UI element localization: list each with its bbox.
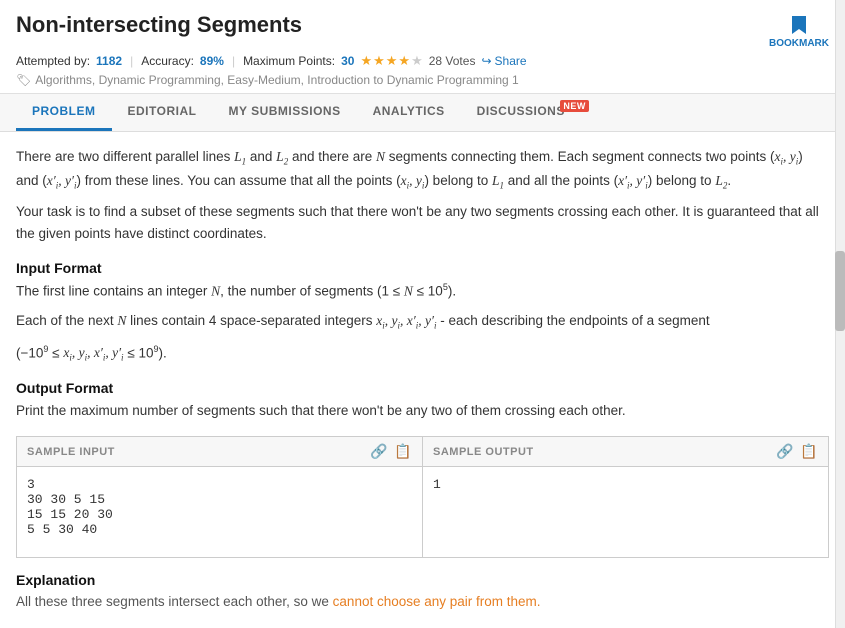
input-format-title: Input Format [16,260,829,276]
max-points-value: 30 [341,54,354,68]
math-L2: L2 [276,149,288,164]
math-xi-prime: x′i, y′i [47,173,77,188]
share-arrow-icon: ↪ [481,54,491,68]
nav-tabs: PROBLEM EDITORIAL MY SUBMISSIONS ANALYTI… [0,94,845,132]
star-1: ★ [360,53,372,69]
sample-input-body: 3 30 30 5 15 15 15 20 30 5 5 30 40 [17,467,422,557]
tags-row: 🏷 Algorithms, Dynamic Programming, Easy-… [16,73,829,87]
accuracy-value: 89% [200,54,224,68]
accuracy-label: Accuracy: [141,54,194,68]
sample-input-header: SAMPLE INPUT 🔗 📋 [17,437,422,467]
sample-output-link-icon[interactable]: 🔗 [776,443,794,460]
sample-output-icons: 🔗 📋 [776,443,818,460]
star-rating: ★ ★ ★ ★ ★ [360,53,422,69]
math-vars: xi, yi, x′i, y′i [376,313,436,328]
share-label: Share [495,54,527,68]
math-constraint: xi, yi, x′i, y′i [63,345,123,360]
sample-input-link-icon[interactable]: 🔗 [370,443,388,460]
max-points-label: Maximum Points: [243,54,335,68]
tab-problem[interactable]: PROBLEM [16,94,112,131]
problem-paragraph-1: There are two different parallel lines L… [16,146,829,193]
content-area: There are two different parallel lines L… [0,132,845,628]
bookmark-icon [790,14,808,36]
explanation-orange: cannot choose any pair from them. [333,594,541,609]
explanation-text: All these three segments intersect each … [16,592,829,612]
math-L1-2: L1 [492,173,504,188]
tab-my-submissions[interactable]: MY SUBMISSIONS [212,94,356,131]
header-area: Non-intersecting Segments BOOKMARK Attem… [0,0,845,94]
tab-discussions-label: DISCUSSIONS [477,104,565,118]
share-button[interactable]: ↪ Share [481,54,526,68]
tab-discussions[interactable]: DISCUSSIONS NEW [461,94,587,131]
scrollbar-track [835,0,845,628]
tag-icon: 🏷 [16,73,31,87]
star-4: ★ [398,53,410,69]
math-N-1: N [376,149,385,164]
sample-input-col: SAMPLE INPUT 🔗 📋 3 30 30 5 15 15 15 20 3… [17,437,423,557]
votes-count: 28 Votes [429,54,476,68]
scrollbar-thumb[interactable] [835,251,845,331]
input-line-1: The first line contains an integer N, th… [16,280,829,303]
star-2: ★ [373,53,385,69]
tab-my-submissions-label: MY SUBMISSIONS [228,104,340,118]
page-title: Non-intersecting Segments [16,12,302,38]
math-L2-2: L2 [715,173,727,188]
tab-problem-label: PROBLEM [32,104,96,118]
tab-analytics-label: ANALYTICS [373,104,445,118]
math-N-ineq: N [404,283,413,298]
input-line-2: Each of the next N lines contain 4 space… [16,310,829,334]
math-N-input: N [211,283,220,298]
sample-input-icons: 🔗 📋 [370,443,412,460]
math-xi: xi, yi [774,149,798,164]
tab-analytics[interactable]: ANALYTICS [357,94,461,131]
divider-1: | [130,54,133,68]
bookmark-button[interactable]: BOOKMARK [769,14,829,49]
new-badge: NEW [560,100,589,112]
sample-tables: SAMPLE INPUT 🔗 📋 3 30 30 5 15 15 15 20 3… [16,436,829,558]
input-line-3: (−109 ≤ xi, yi, x′i, y′i ≤ 109). [16,342,829,366]
sample-output-label: SAMPLE OUTPUT [433,446,534,458]
sample-output-body: 1 [423,467,828,557]
sample-output-copy-icon[interactable]: 📋 [800,443,818,460]
star-3: ★ [386,53,398,69]
attempted-label: Attempted by: [16,54,90,68]
output-format-text: Print the maximum number of segments suc… [16,400,829,422]
tab-editorial-label: EDITORIAL [128,104,197,118]
sample-input-label: SAMPLE INPUT [27,446,115,458]
sample-input-copy-icon[interactable]: 📋 [394,443,412,460]
math-L1: L1 [234,149,246,164]
problem-paragraph-2: Your task is to find a subset of these s… [16,201,829,246]
sample-output-header: SAMPLE OUTPUT 🔗 📋 [423,437,828,467]
star-5: ★ [411,53,423,69]
page-container: Non-intersecting Segments BOOKMARK Attem… [0,0,845,628]
bookmark-label: BOOKMARK [769,38,829,49]
math-xi-2: xi, yi [401,173,425,188]
sample-output-col: SAMPLE OUTPUT 🔗 📋 1 [423,437,828,557]
divider-2: | [232,54,235,68]
math-N-next: N [117,313,126,328]
output-format-title: Output Format [16,380,829,396]
meta-row: Attempted by: 1182 | Accuracy: 89% | Max… [16,53,829,69]
title-row: Non-intersecting Segments BOOKMARK [16,12,829,49]
explanation-title: Explanation [16,572,829,588]
math-xi-prime-2: x′i, y′i [618,173,648,188]
attempted-value: 1182 [96,54,122,68]
tags-text: Algorithms, Dynamic Programming, Easy-Me… [35,73,519,87]
tab-editorial[interactable]: EDITORIAL [112,94,213,131]
